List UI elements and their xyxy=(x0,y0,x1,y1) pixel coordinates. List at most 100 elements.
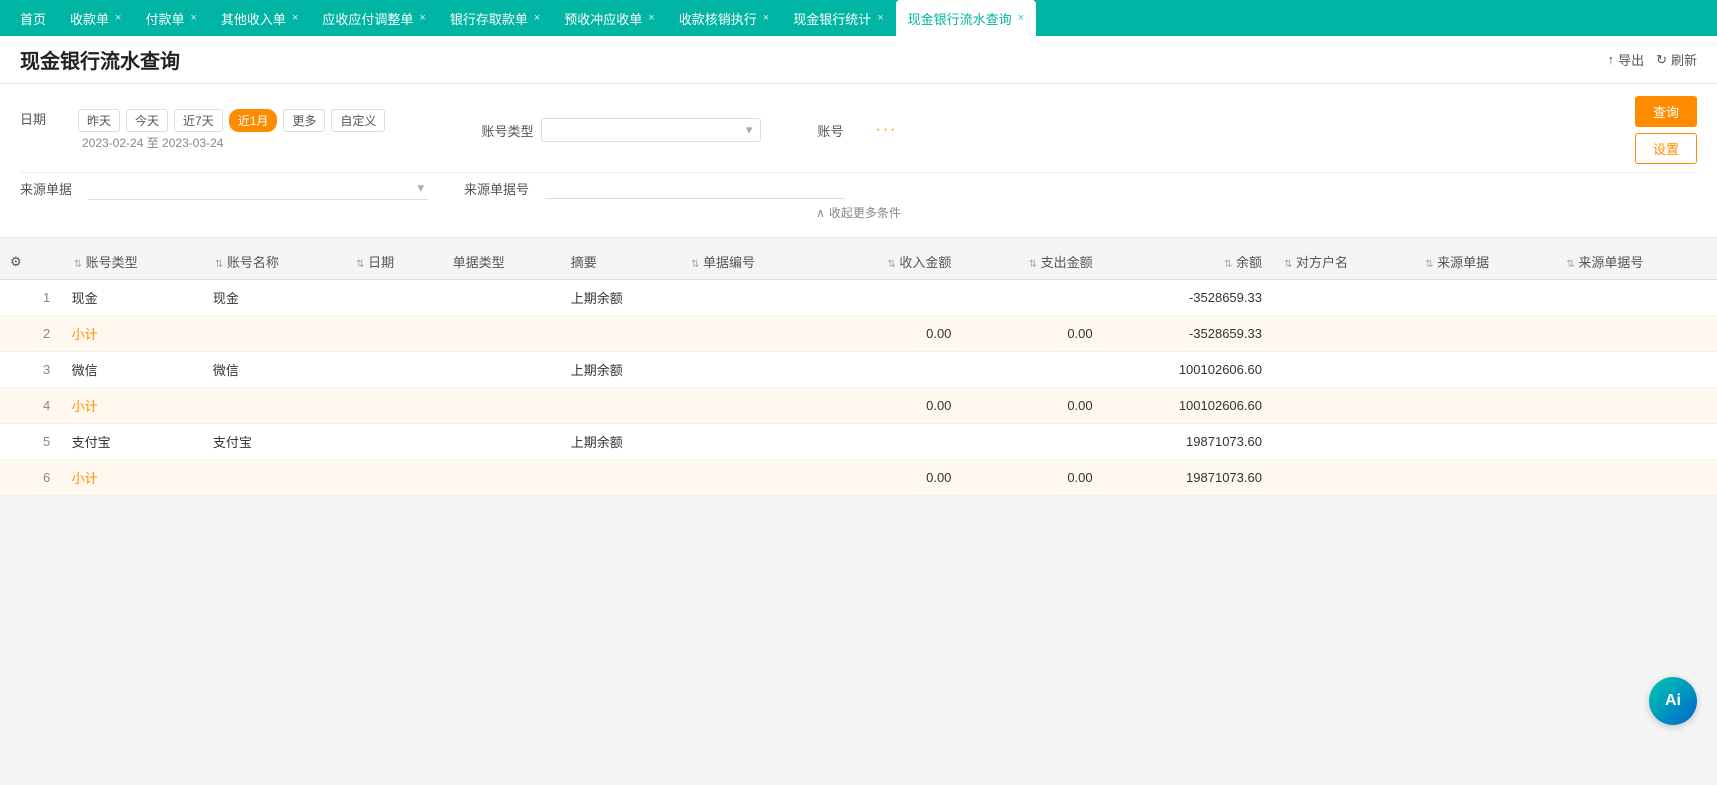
export-button[interactable]: ↑ 导出 xyxy=(1608,50,1645,69)
nav-tab-payment-label: 付款单 xyxy=(145,9,184,28)
close-icon[interactable]: × xyxy=(419,12,425,24)
date-btn-custom[interactable]: 自定义 xyxy=(331,109,385,132)
row-expense xyxy=(961,280,1102,316)
nav-tab-payment[interactable]: 付款单 × xyxy=(133,0,208,36)
th-source-doc-no[interactable]: ⇅ 来源单据号 xyxy=(1554,244,1717,280)
sort-icon: ⇅ xyxy=(356,259,364,270)
nav-tab-receipt[interactable]: 收款单 × xyxy=(58,0,133,36)
th-doc-no[interactable]: ⇅ 单据编号 xyxy=(679,244,820,280)
row-doc-type xyxy=(443,424,561,460)
nav-tab-other-income[interactable]: 其他收入单 × xyxy=(209,0,310,36)
nav-tab-home[interactable]: 首页 xyxy=(8,0,58,36)
row-expense: 0.00 xyxy=(961,316,1102,352)
row-counterpart xyxy=(1272,280,1413,316)
row-account-name xyxy=(203,460,344,496)
nav-tab-writeoff-label: 收款核销执行 xyxy=(679,9,757,28)
row-expense xyxy=(961,424,1102,460)
table-row: 1 现金 现金 上期余额 -3528659.33 xyxy=(0,280,1717,316)
refresh-label: 刷新 xyxy=(1671,50,1697,69)
sort-icon: ⇅ xyxy=(215,259,223,270)
th-balance[interactable]: ⇅ 余额 xyxy=(1103,244,1272,280)
row-gear xyxy=(0,388,32,424)
close-icon[interactable]: × xyxy=(877,12,883,24)
date-btn-yesterday[interactable]: 昨天 xyxy=(78,109,120,132)
row-source-doc xyxy=(1413,460,1554,496)
date-btn-today[interactable]: 今天 xyxy=(126,109,168,132)
th-account-type[interactable]: ⇅ 账号类型 xyxy=(62,244,203,280)
close-icon[interactable]: × xyxy=(534,12,540,24)
row-account-name xyxy=(203,388,344,424)
chevron-down-icon: ▾ xyxy=(746,122,753,138)
chevron-up-icon: ∧ xyxy=(816,206,825,220)
row-counterpart xyxy=(1272,388,1413,424)
row-counterpart xyxy=(1272,460,1413,496)
row-expense: 0.00 xyxy=(961,388,1102,424)
source-doc-label: 来源单据 xyxy=(20,179,72,198)
account-ellipsis-button[interactable]: ··· xyxy=(875,121,897,139)
collapse-bar[interactable]: ∧ 收起更多条件 xyxy=(20,200,1697,225)
close-icon[interactable]: × xyxy=(190,12,196,24)
collapse-label: 收起更多条件 xyxy=(829,204,901,221)
nav-tab-bank[interactable]: 银行存取款单 × xyxy=(438,0,552,36)
date-range-display: 2023-02-24 至 2023-03-24 xyxy=(82,134,385,151)
date-filter-group: 日期 昨天 今天 近7天 近1月 更多 自定义 2023-02-24 至 202… xyxy=(20,109,385,151)
filter-row-date: 日期 昨天 今天 近7天 近1月 更多 自定义 2023-02-24 至 202… xyxy=(20,96,1697,164)
row-summary xyxy=(561,388,679,424)
row-account-name: 现金 xyxy=(203,280,344,316)
th-num xyxy=(32,244,62,280)
table-row: 5 支付宝 支付宝 上期余额 19871073.60 xyxy=(0,424,1717,460)
row-num: 2 xyxy=(32,316,62,352)
row-balance: -3528659.33 xyxy=(1103,316,1272,352)
th-source-doc[interactable]: ⇅ 来源单据 xyxy=(1413,244,1554,280)
nav-tab-writeoff[interactable]: 收款核销执行 × xyxy=(667,0,781,36)
row-gear xyxy=(0,424,32,460)
close-icon[interactable]: × xyxy=(115,12,121,24)
date-btn-more[interactable]: 更多 xyxy=(283,109,325,132)
row-doc-type xyxy=(443,460,561,496)
row-doc-no xyxy=(679,316,820,352)
date-options: 昨天 今天 近7天 近1月 更多 自定义 xyxy=(78,109,385,132)
ai-badge[interactable]: Ai xyxy=(1649,677,1697,725)
nav-tab-bank-stats[interactable]: 现金银行统计 × xyxy=(781,0,895,36)
chevron-down-icon-2: ▾ xyxy=(417,180,424,196)
account-type-label: 账号类型 xyxy=(481,121,533,140)
row-account-type: 小计 xyxy=(62,316,203,352)
row-income xyxy=(820,280,961,316)
date-btn-7days[interactable]: 近7天 xyxy=(174,109,223,132)
query-button[interactable]: 查询 xyxy=(1635,96,1697,127)
account-type-select[interactable]: ▾ xyxy=(541,118,761,142)
th-settings[interactable]: ⚙ xyxy=(0,244,32,280)
close-icon[interactable]: × xyxy=(763,12,769,24)
th-expense[interactable]: ⇅ 支出金额 xyxy=(961,244,1102,280)
row-counterpart xyxy=(1272,424,1413,460)
th-income[interactable]: ⇅ 收入金额 xyxy=(820,244,961,280)
sort-icon: ⇅ xyxy=(1425,259,1433,270)
filter-actions: 查询 设置 xyxy=(1635,96,1697,164)
refresh-button[interactable]: ↻ 刷新 xyxy=(1656,50,1697,69)
close-icon[interactable]: × xyxy=(1018,12,1024,24)
row-balance: -3528659.33 xyxy=(1103,280,1272,316)
row-income xyxy=(820,352,961,388)
row-source-doc xyxy=(1413,352,1554,388)
nav-tab-prepay[interactable]: 预收冲应收单 × xyxy=(552,0,666,36)
export-icon: ↑ xyxy=(1608,52,1615,67)
th-date[interactable]: ⇅ 日期 xyxy=(344,244,443,280)
source-doc-select[interactable]: ▾ xyxy=(88,177,428,200)
source-doc-no-input[interactable] xyxy=(545,178,845,199)
nav-tab-adjustment[interactable]: 应收应付调整单 × xyxy=(310,0,437,36)
date-btn-1month[interactable]: 近1月 xyxy=(229,109,278,132)
page-header: 现金银行流水查询 ↑ 导出 ↻ 刷新 xyxy=(0,36,1717,84)
row-source-doc xyxy=(1413,280,1554,316)
row-income: 0.00 xyxy=(820,316,961,352)
row-balance: 100102606.60 xyxy=(1103,388,1272,424)
row-source-doc xyxy=(1413,424,1554,460)
nav-tab-cashflow[interactable]: 现金银行流水查询 × xyxy=(896,0,1036,36)
setting-button[interactable]: 设置 xyxy=(1635,133,1697,164)
table-area: ⚙ ⇅ 账号类型 ⇅ 账号名称 ⇅ 日期 单据类型 摘要 ⇅ 单据编号 ⇅ 收入… xyxy=(0,244,1717,496)
table-header-row: ⚙ ⇅ 账号类型 ⇅ 账号名称 ⇅ 日期 单据类型 摘要 ⇅ 单据编号 ⇅ 收入… xyxy=(0,244,1717,280)
th-counterpart[interactable]: ⇅ 对方户名 xyxy=(1272,244,1413,280)
th-account-name[interactable]: ⇅ 账号名称 xyxy=(203,244,344,280)
top-nav: 首页 收款单 × 付款单 × 其他收入单 × 应收应付调整单 × 银行存取款单 … xyxy=(0,0,1717,36)
close-icon[interactable]: × xyxy=(292,12,298,24)
close-icon[interactable]: × xyxy=(648,12,654,24)
